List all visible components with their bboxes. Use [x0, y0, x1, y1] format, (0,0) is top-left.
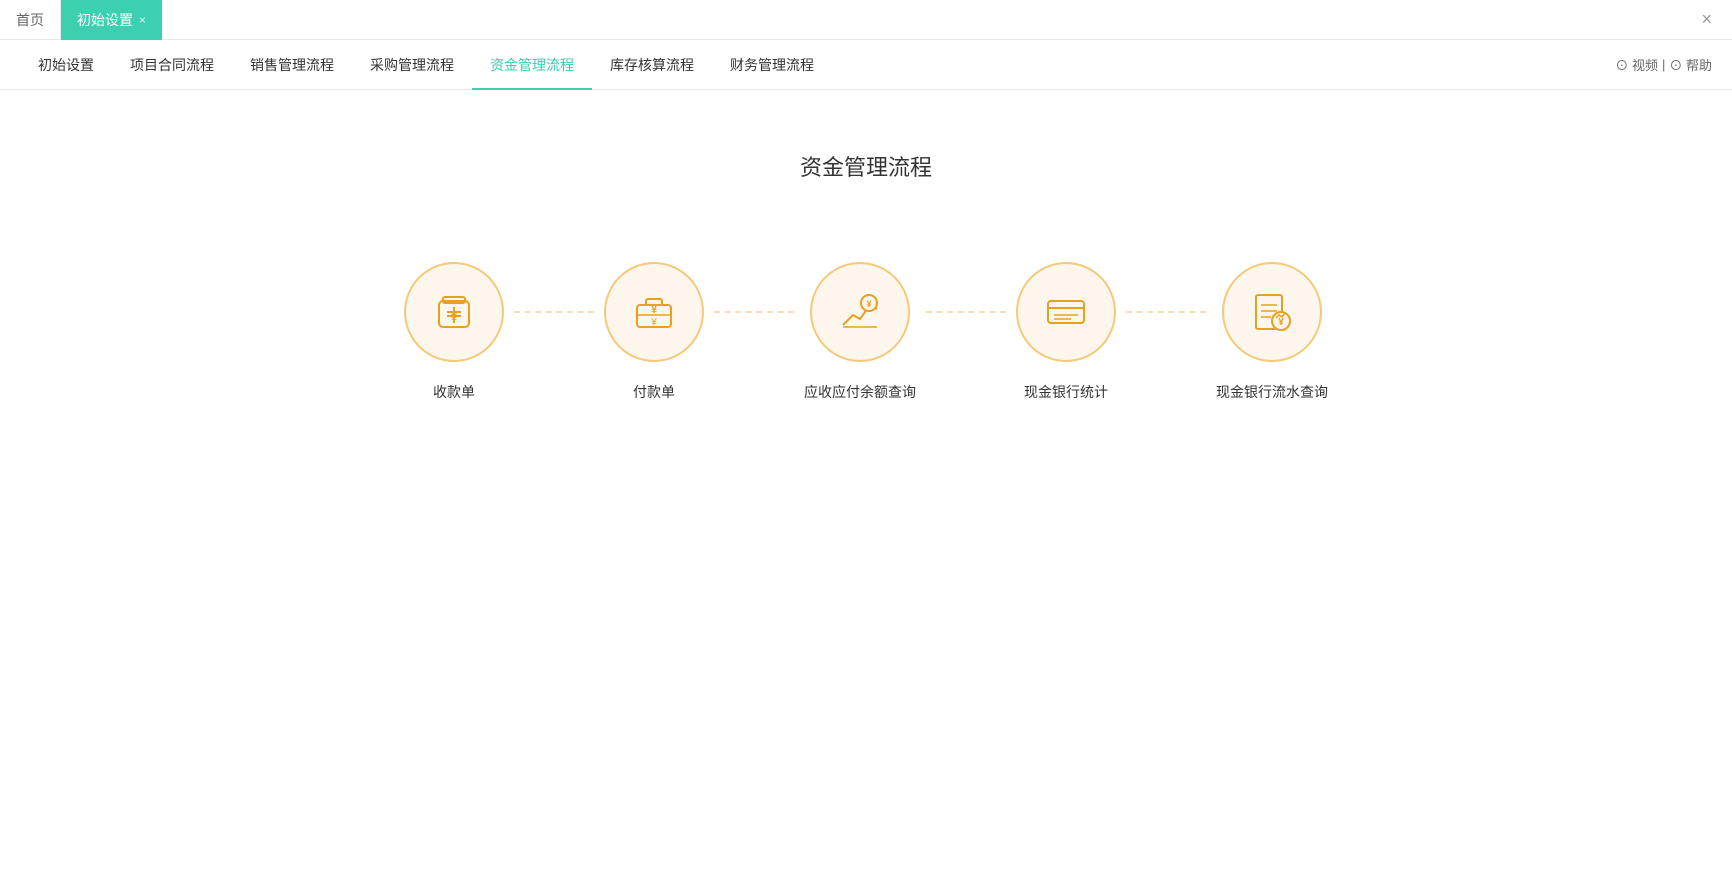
- flow-circle-payment: ¥ ¥: [604, 262, 704, 362]
- svg-text:¥: ¥: [451, 312, 458, 324]
- connector-4: [1116, 311, 1216, 313]
- nav-finance-mgmt[interactable]: 财务管理流程: [712, 40, 832, 90]
- nav-purchase-mgmt[interactable]: 采购管理流程: [352, 40, 472, 90]
- flow-item-balance[interactable]: ¥ 应收应付余额查询: [804, 262, 916, 402]
- flow-label-receipt: 收款单: [433, 382, 475, 402]
- connector-3: [916, 311, 1016, 313]
- page-title: 资金管理流程: [800, 150, 932, 182]
- flow-item-cash-flow[interactable]: ¥ 现金银行流水查询: [1216, 262, 1328, 402]
- flow-item-receipt[interactable]: ¥ 收款单: [404, 262, 504, 402]
- connector-2: [704, 311, 804, 313]
- cash-bank-icon: [1041, 287, 1091, 337]
- top-bar-right: ×: [1701, 9, 1732, 30]
- main-content: 资金管理流程 ¥ 收款单: [0, 90, 1732, 402]
- receipt-icon: ¥: [429, 287, 479, 337]
- nav-fund-mgmt[interactable]: 资金管理流程: [472, 40, 592, 90]
- window-close-icon[interactable]: ×: [1701, 9, 1712, 30]
- flow-circle-receipt: ¥: [404, 262, 504, 362]
- dotted-line-3: [926, 311, 1006, 313]
- flow-label-cash-bank: 现金银行统计: [1024, 382, 1108, 402]
- flow-circle-balance: ¥: [810, 262, 910, 362]
- flow-label-balance: 应收应付余额查询: [804, 382, 916, 402]
- connector-1: [504, 311, 604, 313]
- svg-text:¥: ¥: [651, 304, 658, 316]
- flow-circle-cash-bank: [1016, 262, 1116, 362]
- dotted-line-2: [714, 311, 794, 313]
- active-tab-label: 初始设置: [77, 0, 133, 40]
- flow-label-payment: 付款单: [633, 382, 675, 402]
- flow-circle-cash-flow: ¥: [1222, 262, 1322, 362]
- active-tab[interactable]: 初始设置 ×: [61, 0, 162, 40]
- payment-icon: ¥ ¥: [629, 287, 679, 337]
- flow-item-payment[interactable]: ¥ ¥ 付款单: [604, 262, 704, 402]
- dotted-line-4: [1126, 311, 1206, 313]
- tab-close-icon[interactable]: ×: [139, 0, 146, 40]
- nav-bar: 初始设置 项目合同流程 销售管理流程 采购管理流程 资金管理流程 库存核算流程 …: [0, 40, 1732, 90]
- help-divider: |: [1662, 57, 1665, 72]
- top-bar: 首页 初始设置 × ×: [0, 0, 1732, 40]
- help-link[interactable]: ⊙ 帮助: [1669, 55, 1712, 74]
- flow-row: ¥ 收款单 ¥ ¥ 付款单: [404, 262, 1328, 402]
- help-video-link[interactable]: ⊙ 视频: [1615, 55, 1658, 74]
- flow-label-cash-flow: 现金银行流水查询: [1216, 382, 1328, 402]
- nav-project-contract[interactable]: 项目合同流程: [112, 40, 232, 90]
- flow-item-cash-bank[interactable]: 现金银行统计: [1016, 262, 1116, 402]
- nav-initial-setup[interactable]: 初始设置: [20, 40, 112, 90]
- dotted-line-1: [514, 311, 594, 313]
- cash-flow-icon: ¥: [1247, 287, 1297, 337]
- svg-text:¥: ¥: [1278, 317, 1284, 328]
- nav-inventory-calc[interactable]: 库存核算流程: [592, 40, 712, 90]
- balance-icon: ¥: [835, 287, 885, 337]
- svg-text:¥: ¥: [866, 299, 871, 309]
- nav-sales-mgmt[interactable]: 销售管理流程: [232, 40, 352, 90]
- home-tab[interactable]: 首页: [0, 0, 61, 40]
- svg-text:¥: ¥: [650, 317, 657, 328]
- nav-bar-right: ⊙ 视频 | ⊙ 帮助: [1615, 55, 1712, 74]
